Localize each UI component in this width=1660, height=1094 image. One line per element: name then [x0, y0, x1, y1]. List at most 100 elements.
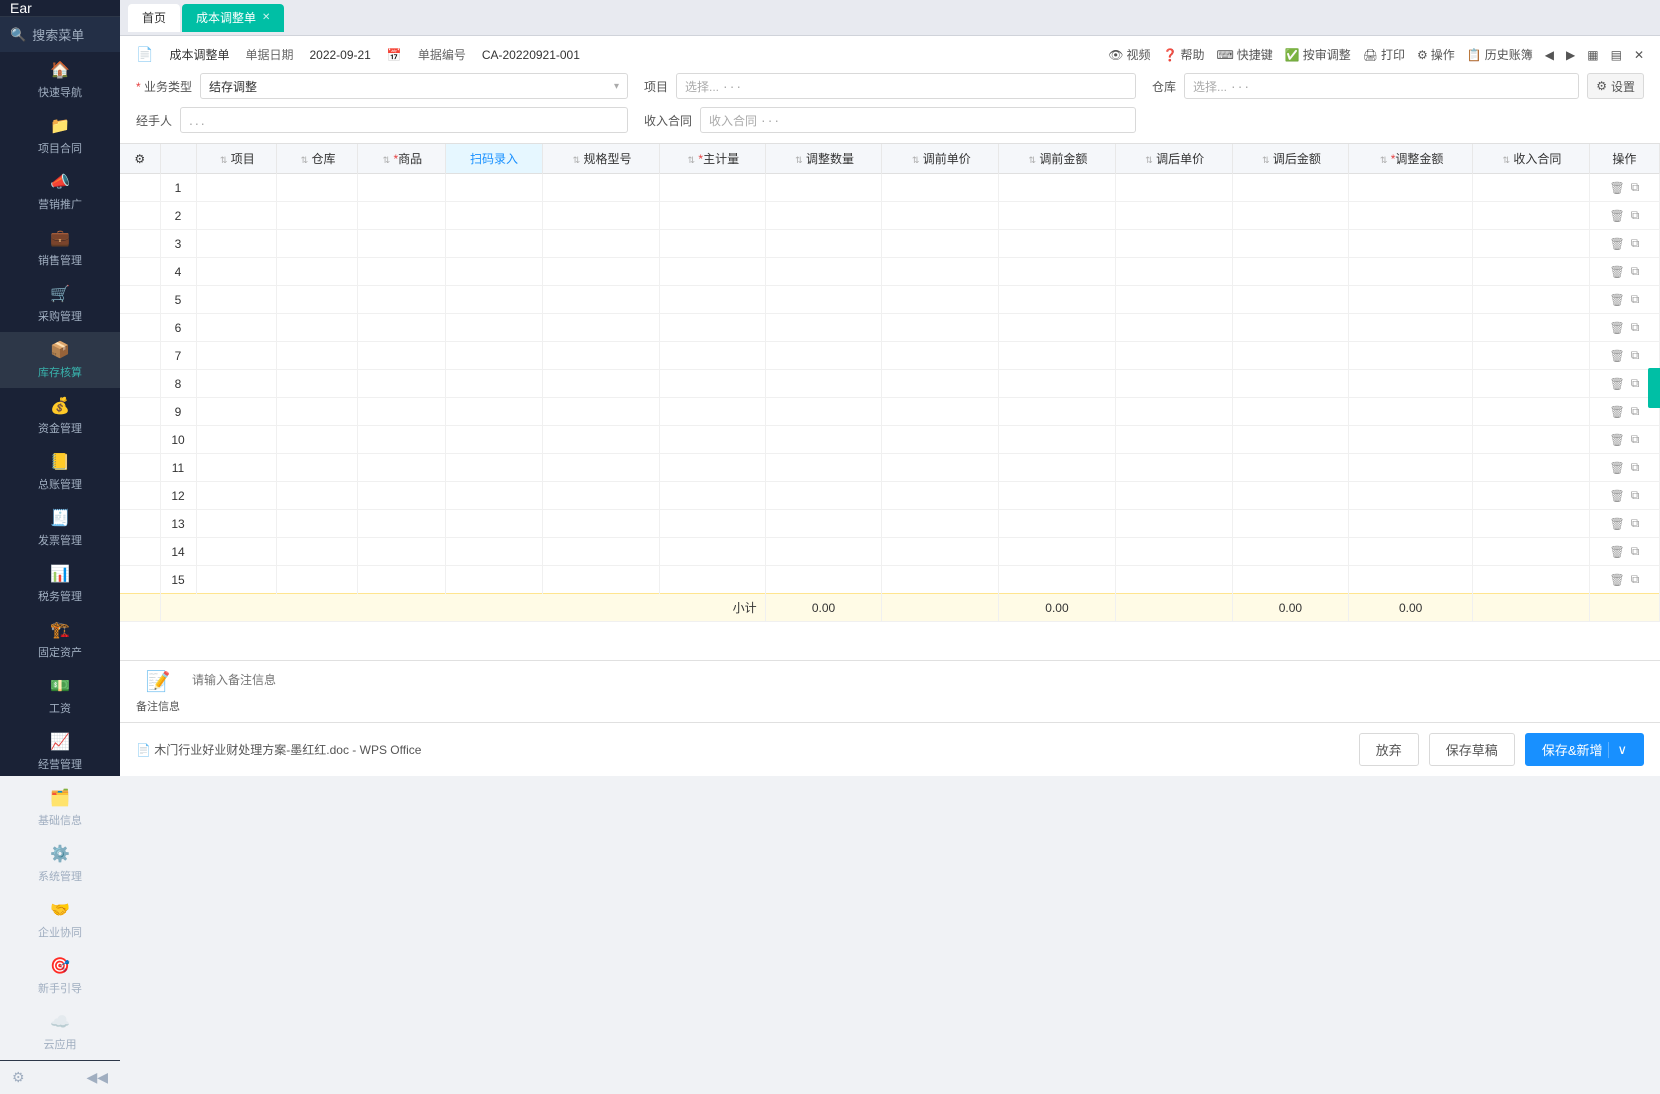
cell-pre-amount[interactable] — [999, 538, 1116, 566]
toolbar-next[interactable]: ▶ — [1566, 48, 1575, 62]
toolbar-ops[interactable]: ⚙ 操作 — [1417, 46, 1455, 63]
settings-button[interactable]: ⚙ 设置 — [1587, 73, 1644, 99]
toolbar-view[interactable]: 👁 视频 — [1108, 46, 1150, 63]
cell-income-contract[interactable] — [1473, 370, 1590, 398]
cell-pre-amount[interactable] — [999, 286, 1116, 314]
copy-icon[interactable]: ⧉ — [1631, 460, 1640, 475]
cell-pre-amount[interactable] — [999, 314, 1116, 342]
col-pre-unit-price[interactable]: ⇅ 调前单价 — [882, 144, 999, 174]
delete-icon[interactable]: 🗑 — [1609, 433, 1624, 447]
cell-adj-amount[interactable] — [1349, 258, 1473, 286]
delete-icon[interactable]: 🗑 — [1609, 265, 1624, 279]
cell-pre-unit[interactable] — [882, 314, 999, 342]
cell-warehouse[interactable] — [277, 230, 358, 258]
cell-pre-amount[interactable] — [999, 258, 1116, 286]
cell-post-unit[interactable] — [1115, 538, 1232, 566]
sidebar-item-salary[interactable]: 💵 工资 — [0, 668, 120, 724]
copy-icon[interactable]: ⧉ — [1631, 544, 1640, 559]
delete-icon[interactable]: 🗑 — [1609, 349, 1624, 363]
cell-scan[interactable] — [445, 370, 542, 398]
cell-scan[interactable] — [445, 230, 542, 258]
cell-adj-amount[interactable] — [1349, 566, 1473, 594]
cell-adj-qty[interactable] — [765, 342, 882, 370]
cell-project[interactable] — [196, 482, 277, 510]
delete-icon[interactable]: 🗑 — [1609, 545, 1624, 559]
cell-pre-unit[interactable] — [882, 538, 999, 566]
cell-product[interactable] — [358, 454, 446, 482]
sidebar-item-system[interactable]: ⚙️ 系统管理 — [0, 836, 120, 892]
settings-bottom-icon[interactable]: ⚙ — [12, 1069, 25, 1086]
cell-warehouse[interactable] — [277, 342, 358, 370]
cell-adj-amount[interactable] — [1349, 174, 1473, 202]
cell-product[interactable] — [358, 510, 446, 538]
cell-product[interactable] — [358, 174, 446, 202]
cell-post-unit[interactable] — [1115, 342, 1232, 370]
sidebar-item-invoice[interactable]: 🧾 发票管理 — [0, 500, 120, 556]
delete-icon[interactable]: 🗑 — [1609, 377, 1624, 391]
col-pre-amount[interactable]: ⇅ 调前金额 — [999, 144, 1116, 174]
cell-adj-qty[interactable] — [765, 230, 882, 258]
cell-scan[interactable] — [445, 314, 542, 342]
cell-adj-qty[interactable] — [765, 174, 882, 202]
cell-adj-qty[interactable] — [765, 398, 882, 426]
cell-spec[interactable] — [543, 510, 660, 538]
cell-post-unit[interactable] — [1115, 482, 1232, 510]
cell-post-amount[interactable] — [1232, 510, 1349, 538]
cell-warehouse[interactable] — [277, 314, 358, 342]
sidebar-search[interactable]: 🔍 搜索菜单 — [0, 17, 120, 52]
cell-product[interactable] — [358, 398, 446, 426]
col-spec[interactable]: ⇅ 规格型号 — [543, 144, 660, 174]
cell-pre-unit[interactable] — [882, 286, 999, 314]
cell-post-amount[interactable] — [1232, 482, 1349, 510]
cell-adj-amount[interactable] — [1349, 202, 1473, 230]
delete-icon[interactable]: 🗑 — [1609, 461, 1624, 475]
tab-home[interactable]: 首页 — [128, 4, 180, 32]
cell-unit[interactable] — [659, 314, 765, 342]
delete-icon[interactable]: 🗑 — [1609, 517, 1624, 531]
cell-scan[interactable] — [445, 510, 542, 538]
delete-icon[interactable]: 🗑 — [1609, 237, 1624, 251]
cell-income-contract[interactable] — [1473, 566, 1590, 594]
cell-scan[interactable] — [445, 482, 542, 510]
cell-pre-amount[interactable] — [999, 510, 1116, 538]
cell-pre-unit[interactable] — [882, 230, 999, 258]
cell-project[interactable] — [196, 230, 277, 258]
delete-icon[interactable]: 🗑 — [1609, 293, 1624, 307]
cell-spec[interactable] — [543, 286, 660, 314]
cell-pre-unit[interactable] — [882, 426, 999, 454]
cell-scan[interactable] — [445, 566, 542, 594]
cell-warehouse[interactable] — [277, 510, 358, 538]
col-project[interactable]: ⇅ 项目 — [196, 144, 277, 174]
cell-spec[interactable] — [543, 398, 660, 426]
cell-pre-unit[interactable] — [882, 370, 999, 398]
cell-income-contract[interactable] — [1473, 426, 1590, 454]
sidebar-item-guide[interactable]: 🎯 新手引导 — [0, 948, 120, 1004]
delete-icon[interactable]: 🗑 — [1609, 573, 1624, 587]
cell-adj-qty[interactable] — [765, 510, 882, 538]
sidebar-item-finance[interactable]: 💰 资金管理 — [0, 388, 120, 444]
copy-icon[interactable]: ⧉ — [1631, 208, 1640, 223]
cell-post-unit[interactable] — [1115, 258, 1232, 286]
cell-project[interactable] — [196, 370, 277, 398]
cell-income-contract[interactable] — [1473, 258, 1590, 286]
cell-project[interactable] — [196, 454, 277, 482]
cell-product[interactable] — [358, 230, 446, 258]
cell-warehouse[interactable] — [277, 370, 358, 398]
cell-product[interactable] — [358, 286, 446, 314]
right-edge-indicator[interactable] — [1648, 368, 1660, 408]
copy-icon[interactable]: ⧉ — [1631, 348, 1640, 363]
cell-scan[interactable] — [445, 538, 542, 566]
cell-product[interactable] — [358, 566, 446, 594]
handler-select[interactable]: ... — [180, 107, 628, 133]
cell-spec[interactable] — [543, 174, 660, 202]
cell-post-unit[interactable] — [1115, 510, 1232, 538]
cell-product[interactable] — [358, 202, 446, 230]
cell-pre-unit[interactable] — [882, 202, 999, 230]
cell-post-unit[interactable] — [1115, 370, 1232, 398]
tab-close-icon[interactable]: ✕ — [262, 12, 270, 23]
cell-adj-qty[interactable] — [765, 538, 882, 566]
sidebar-item-ledger[interactable]: 📒 总账管理 — [0, 444, 120, 500]
cell-income-contract[interactable] — [1473, 174, 1590, 202]
warehouse-select[interactable]: 选择... ··· — [1184, 73, 1579, 99]
cell-unit[interactable] — [659, 370, 765, 398]
